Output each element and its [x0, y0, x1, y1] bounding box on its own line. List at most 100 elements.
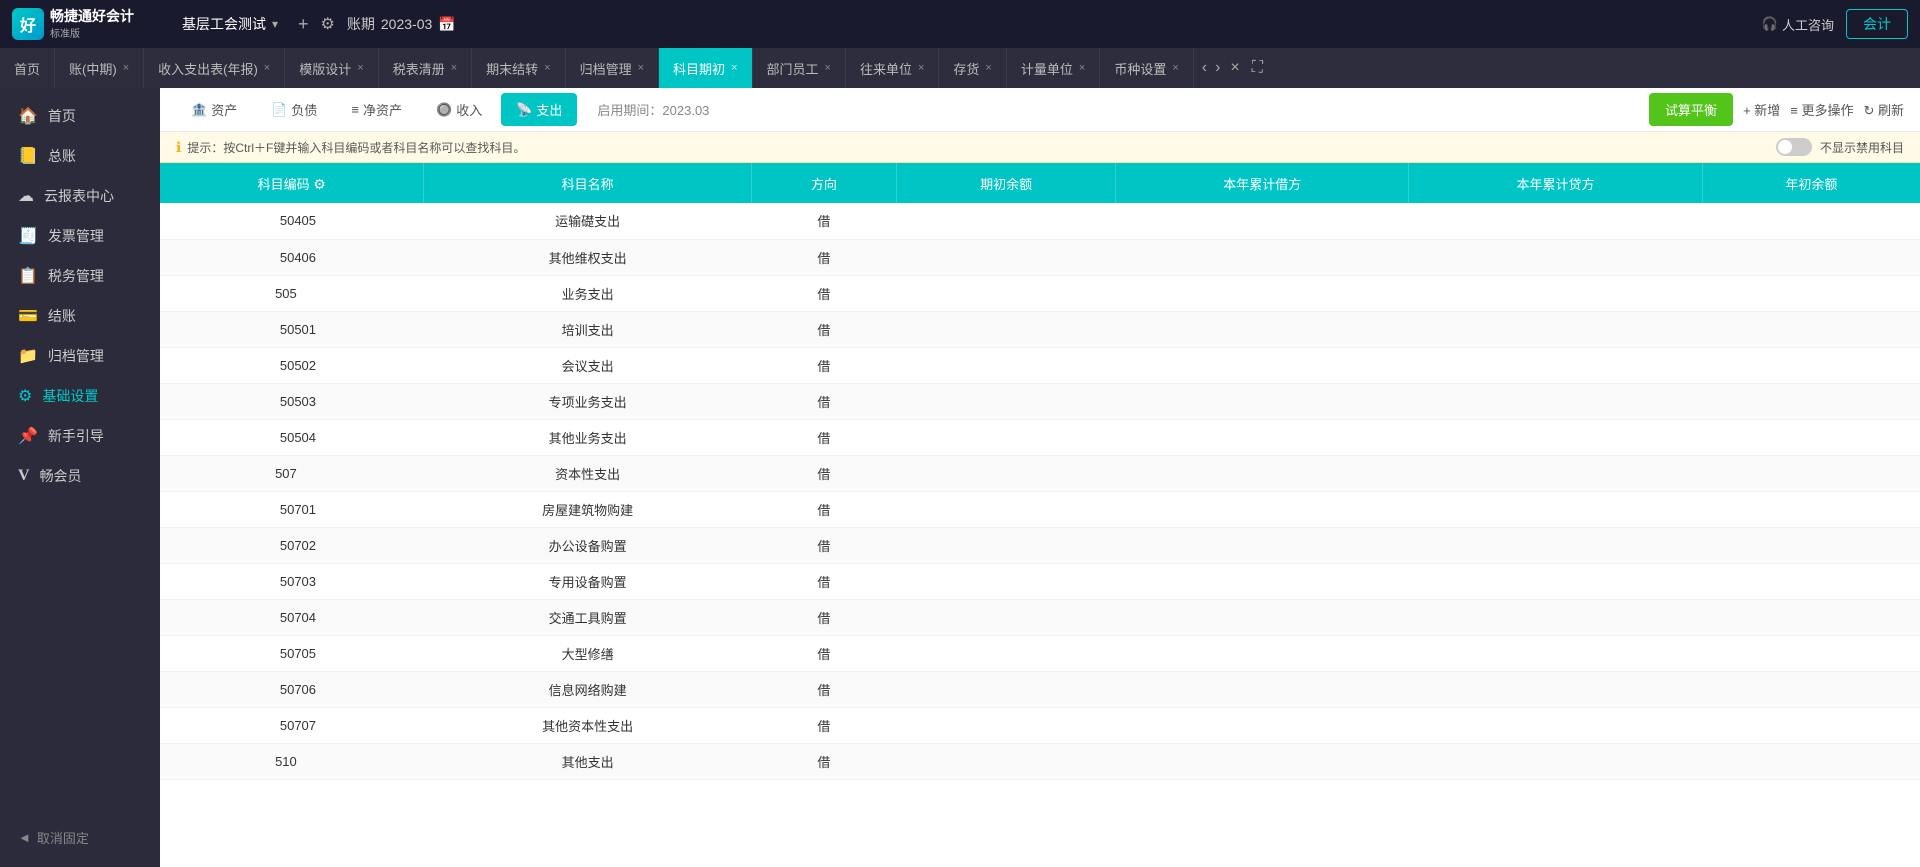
tab-fullscreen-btn[interactable]: ⛶ — [1246, 57, 1269, 79]
table-row[interactable]: 50405 运输礎支出 借 — [160, 203, 1920, 239]
cell-ytd-debit — [1116, 383, 1409, 419]
tab-currency-label: 币种设置 — [1114, 59, 1166, 78]
tab-subject-init[interactable]: 科目期初 × — [659, 48, 752, 88]
table-row[interactable]: 505 业务支出 借 — [160, 275, 1920, 311]
tab-customer-close[interactable]: × — [918, 62, 924, 74]
cell-direction: 借 — [751, 239, 896, 275]
refresh-button[interactable]: ↻ 刷新 — [1863, 100, 1904, 119]
tab-close-all-btn[interactable]: × — [1224, 57, 1245, 79]
tab-unit-close[interactable]: × — [1079, 62, 1085, 74]
tab-period-end-close[interactable]: × — [544, 62, 550, 74]
tab-archive-close[interactable]: × — [638, 62, 644, 74]
sub-tab-liabilities[interactable]: 📄 负债 — [256, 93, 332, 126]
add-company-icon[interactable]: + — [298, 14, 309, 35]
headset-icon: 🎧 — [1762, 16, 1778, 32]
tab-income-close[interactable]: × — [264, 62, 270, 74]
tab-tax-table[interactable]: 税表清册 × — [379, 48, 472, 88]
table-row[interactable]: 50501 培训支出 借 — [160, 311, 1920, 347]
cell-code: 50702 — [160, 527, 424, 563]
cell-direction: 借 — [751, 563, 896, 599]
cell-opening — [896, 671, 1115, 707]
table-row[interactable]: 50504 其他业务支出 借 — [160, 419, 1920, 455]
table-row[interactable]: 50703 专用设备购置 借 — [160, 563, 1920, 599]
cell-ytd-credit — [1409, 419, 1702, 455]
tab-customer[interactable]: 往来单位 × — [846, 48, 939, 88]
expenditure-icon: 📡 — [516, 102, 532, 118]
balance-button[interactable]: 试算平衡 — [1649, 93, 1733, 126]
table-container[interactable]: 科目编码 ⚙ 科目名称 方向 期初余额 本年累计借方 本年累计贷方 年初余额 5… — [160, 163, 1920, 867]
sidebar-pin-toggle[interactable]: ◄ 取消固定 — [0, 816, 160, 859]
account-button[interactable]: 会计 — [1846, 9, 1908, 39]
table-row[interactable]: 50406 其他维权支出 借 — [160, 239, 1920, 275]
cell-opening — [896, 203, 1115, 239]
new-button[interactable]: + 新增 — [1743, 100, 1780, 119]
sidebar-item-member[interactable]: V 畅会员 — [0, 456, 160, 496]
table-row[interactable]: 50502 会议支出 借 — [160, 347, 1920, 383]
tab-subject-init-close[interactable]: × — [731, 62, 737, 74]
main-layout: 🏠 首页 📒 总账 ☁ 云报表中心 🧾 发票管理 📋 税务管理 💳 结账 📁 归… — [0, 88, 1920, 867]
tab-next-btn[interactable]: › — [1211, 57, 1224, 79]
sidebar-item-archive[interactable]: 📁 归档管理 — [0, 336, 160, 376]
tab-home[interactable]: 首页 — [0, 48, 55, 88]
sidebar-item-ledger[interactable]: 📒 总账 — [0, 136, 160, 176]
tab-unit[interactable]: 计量单位 × — [1007, 48, 1100, 88]
calendar-icon[interactable]: 📅 — [438, 16, 455, 33]
table-row[interactable]: 507 资本性支出 借 — [160, 455, 1920, 491]
tab-template-close[interactable]: × — [357, 62, 363, 74]
invoice-icon: 🧾 — [18, 226, 38, 246]
tab-dept[interactable]: 部门员工 × — [753, 48, 846, 88]
table-row[interactable]: 50704 交通工具购置 借 — [160, 599, 1920, 635]
tab-template[interactable]: 模版设计 × — [285, 48, 378, 88]
cell-year-opening — [1702, 419, 1920, 455]
sidebar-item-home[interactable]: 🏠 首页 — [0, 96, 160, 136]
cell-year-opening — [1702, 203, 1920, 239]
more-button[interactable]: ≡ 更多操作 — [1790, 100, 1853, 119]
sidebar-item-guide[interactable]: 📌 新手引导 — [0, 416, 160, 456]
sidebar-item-settlement[interactable]: 💳 结账 — [0, 296, 160, 336]
col-code: 科目编码 ⚙ — [160, 163, 424, 203]
tab-inventory[interactable]: 存货 × — [939, 48, 1006, 88]
tab-inventory-close[interactable]: × — [985, 62, 991, 74]
sidebar-item-cloud-report[interactable]: ☁ 云报表中心 — [0, 176, 160, 216]
tab-archive[interactable]: 归档管理 × — [566, 48, 659, 88]
tab-period-end[interactable]: 期末结转 × — [472, 48, 565, 88]
sidebar-item-invoice[interactable]: 🧾 发票管理 — [0, 216, 160, 256]
tab-ledger-close[interactable]: × — [123, 62, 129, 74]
cell-code: 50503 — [160, 383, 424, 419]
new-label: + 新增 — [1743, 100, 1780, 119]
col-opening-balance: 期初余额 — [896, 163, 1115, 203]
table-row[interactable]: 50705 大型修缮 借 — [160, 635, 1920, 671]
liabilities-icon: 📄 — [271, 102, 287, 118]
cell-ytd-credit — [1409, 707, 1702, 743]
tab-currency[interactable]: 币种设置 × — [1100, 48, 1193, 88]
table-row[interactable]: 50701 房屋建筑物购建 借 — [160, 491, 1920, 527]
tab-prev-btn[interactable]: ‹ — [1198, 57, 1211, 79]
col-settings-icon[interactable]: ⚙ — [313, 176, 326, 192]
tab-ledger[interactable]: 账(中期) × — [55, 48, 144, 88]
sub-tab-assets[interactable]: 🏦 资产 — [176, 93, 252, 126]
tab-currency-close[interactable]: × — [1172, 62, 1178, 74]
table-row[interactable]: 510 其他支出 借 — [160, 743, 1920, 779]
sidebar-item-basic-settings[interactable]: ⚙ 基础设置 — [0, 376, 160, 416]
cell-name: 运输礎支出 — [424, 203, 751, 239]
cell-opening — [896, 527, 1115, 563]
assets-icon: 🏦 — [191, 102, 207, 118]
company-selector[interactable]: 基层工会测试 ▾ — [174, 10, 286, 38]
sub-tab-income[interactable]: 🔘 收入 — [421, 93, 497, 126]
settings-icon[interactable]: ⚙ — [321, 14, 335, 34]
tab-dept-close[interactable]: × — [825, 62, 831, 74]
tab-tax-table-close[interactable]: × — [451, 62, 457, 74]
sidebar-item-tax[interactable]: 📋 税务管理 — [0, 256, 160, 296]
tab-income[interactable]: 收入支出表(年报) × — [144, 48, 285, 88]
customer-service-btn[interactable]: 🎧 人工咨询 — [1762, 15, 1834, 34]
sub-tab-net-assets[interactable]: ≡ 净资产 — [336, 93, 417, 126]
table-row[interactable]: 50706 信息网络购建 借 — [160, 671, 1920, 707]
table-row[interactable]: 50702 办公设备购置 借 — [160, 527, 1920, 563]
cell-name: 培训支出 — [424, 311, 751, 347]
cell-opening — [896, 383, 1115, 419]
table-row[interactable]: 50707 其他资本性支出 借 — [160, 707, 1920, 743]
table-row[interactable]: 50503 专项业务支出 借 — [160, 383, 1920, 419]
disable-toggle[interactable] — [1776, 138, 1812, 156]
sub-tab-expenditure[interactable]: 📡 支出 — [501, 93, 577, 126]
period-info: 账期 2023-03 📅 — [347, 14, 456, 34]
